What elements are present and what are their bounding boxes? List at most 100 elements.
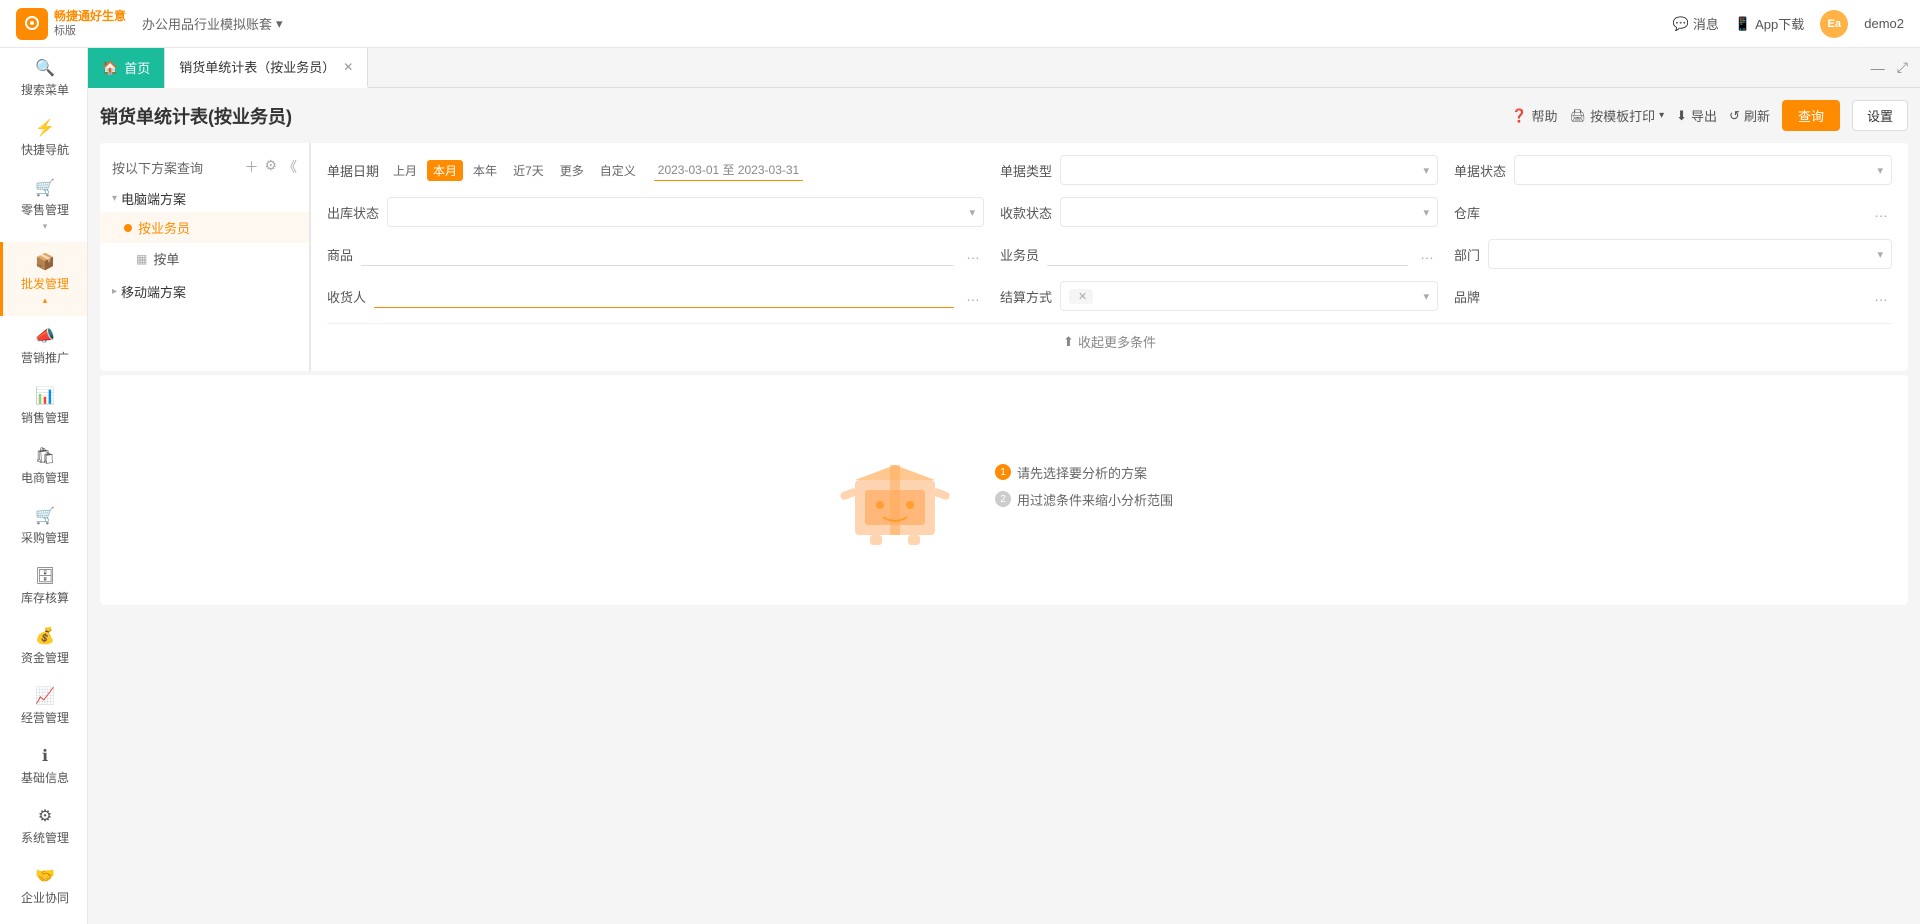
refresh-btn[interactable]: ↺ 刷新 xyxy=(1729,106,1770,125)
goods-ellipsis-btn[interactable]: … xyxy=(962,246,984,262)
sidebar: 🔍 搜索菜单 ⚡ 快捷导航 🛒 零售管理 ▾ 📦 批发管理 ▴ 📣 营销推广 📊… xyxy=(0,48,88,924)
voucher-status-select[interactable]: ▾ xyxy=(1514,155,1892,185)
sidebar-item-wholesale[interactable]: 📦 批发管理 ▴ xyxy=(0,242,87,316)
receiver-ellipsis-btn[interactable]: … xyxy=(962,288,984,304)
date-tabs: 上月 本月 本年 近7天 更多 自定义 2023-03-01 至 2023-03… xyxy=(387,159,984,181)
date-tab-more[interactable]: 更多 xyxy=(554,160,590,181)
sidebar-item-operations[interactable]: 📈 经营管理 xyxy=(0,676,87,736)
scheme-header-icons: ＋ ⚙ 《 xyxy=(244,157,297,177)
filter-field-warehouse: 仓库 … xyxy=(1454,203,1892,222)
tab-maximize-btn[interactable]: ⤢ xyxy=(1893,57,1912,78)
sidebar-item-retail[interactable]: 🛒 零售管理 ▾ xyxy=(0,168,87,242)
scheme-group-mobile-header[interactable]: ▸ 移动端方案 xyxy=(100,278,309,305)
export-label: 导出 xyxy=(1691,106,1717,125)
scheme-item-by-order[interactable]: ▦ 按单 xyxy=(100,243,309,274)
logo-edition: 标版 xyxy=(54,24,126,38)
tab-close-icon[interactable]: ✕ xyxy=(343,60,353,74)
sidebar-item-system[interactable]: ⚙ 系统管理 xyxy=(0,796,87,856)
scheme-group-mobile: ▸ 移动端方案 xyxy=(100,278,309,305)
sidebar-item-ecommerce[interactable]: 🛍 电商管理 xyxy=(0,436,87,496)
scheme-panel: 按以下方案查询 ＋ ⚙ 《 ▾ 电脑端方案 xyxy=(100,143,310,371)
tab-minimize-btn[interactable]: — xyxy=(1867,58,1889,78)
inventory-icon: 🗄 xyxy=(35,566,55,586)
date-tab-last-month[interactable]: 上月 xyxy=(387,160,423,181)
sidebar-item-sales[interactable]: 📊 销售管理 xyxy=(0,376,87,436)
avatar[interactable]: Ea xyxy=(1820,10,1848,38)
salesperson-ellipsis-btn[interactable]: … xyxy=(1416,246,1438,262)
receipt-status-select[interactable]: ▾ xyxy=(1060,197,1438,227)
date-tab-custom[interactable]: 自定义 xyxy=(594,160,642,181)
sidebar-item-inventory[interactable]: 🗄 库存核算 xyxy=(0,556,87,616)
page-title: 销货单统计表(按业务员) xyxy=(100,103,292,129)
message-btn[interactable]: 💬 消息 xyxy=(1673,14,1719,33)
filter-row-1: 单据日期 上月 本月 本年 近7天 更多 自定义 2023-03-01 至 20… xyxy=(327,155,1892,185)
system-icon: ⚙ xyxy=(38,806,52,826)
export-btn[interactable]: ⬇ 导出 xyxy=(1676,106,1717,125)
sidebar-item-guide[interactable]: 🎯 新手引导 xyxy=(0,916,87,924)
print-btn[interactable]: 🖨 按模板打印 ▾ xyxy=(1570,106,1665,125)
query-btn[interactable]: 查询 xyxy=(1782,100,1840,131)
sidebar-item-label: 库存核算 xyxy=(21,589,69,606)
help-label: 帮助 xyxy=(1532,106,1558,125)
filter-row-2: 出库状态 ▾ 收款状态 ▾ xyxy=(327,197,1892,227)
warehouse-label: 仓库 xyxy=(1454,203,1480,222)
purchase-icon: 🛒 xyxy=(35,506,55,526)
scheme-item-by-salesperson[interactable]: 按业务员 xyxy=(100,212,309,243)
empty-step-2: 2 用过滤条件来缩小分析范围 xyxy=(995,490,1173,509)
scheme-collapse-btn[interactable]: 《 xyxy=(283,157,297,177)
home-icon: 🏠 xyxy=(102,60,118,76)
out-status-select[interactable]: ▾ xyxy=(387,197,984,227)
goods-input[interactable] xyxy=(361,242,954,266)
help-btn[interactable]: ❓ 帮助 xyxy=(1511,106,1557,125)
date-tab-this-year[interactable]: 本年 xyxy=(467,160,503,181)
sidebar-item-base[interactable]: ℹ 基础信息 xyxy=(0,736,87,796)
tab-home[interactable]: 🏠 首页 xyxy=(88,48,165,88)
voucher-type-select[interactable]: ▾ xyxy=(1060,155,1438,185)
sidebar-item-corp[interactable]: 🤝 企业协同 xyxy=(0,856,87,916)
settlement-select[interactable]: ✕ ▾ xyxy=(1060,281,1438,311)
scheme-item-label: 按业务员 xyxy=(138,218,190,237)
date-range-input[interactable]: 2023-03-01 至 2023-03-31 xyxy=(654,159,803,181)
settlement-clear-btn[interactable]: ✕ xyxy=(1078,290,1087,303)
date-tab-this-month[interactable]: 本月 xyxy=(427,160,463,181)
collapse-filters-btn[interactable]: ⬆ 收起更多条件 xyxy=(327,323,1892,359)
brand-ellipsis-btn[interactable]: … xyxy=(1870,288,1892,304)
date-tab-7days[interactable]: 近7天 xyxy=(507,160,550,181)
page-header: 销货单统计表(按业务员) ❓ 帮助 🖨 按模板打印 ▾ ⬇ 导出 xyxy=(100,100,1908,131)
brand-label: 品牌 xyxy=(1454,287,1480,306)
sidebar-item-label: 销售管理 xyxy=(21,409,69,426)
empty-step-2-label: 用过滤条件来缩小分析范围 xyxy=(1017,490,1173,509)
scheme-add-btn[interactable]: ＋ xyxy=(244,157,258,177)
app-selector[interactable]: 办公用品行业模拟账套 ▾ xyxy=(134,10,291,37)
sidebar-item-purchase[interactable]: 🛒 采购管理 xyxy=(0,496,87,556)
warehouse-ellipsis-btn[interactable]: … xyxy=(1870,204,1892,220)
scheme-settings-btn[interactable]: ⚙ xyxy=(264,157,277,177)
sales-icon: 📊 xyxy=(35,386,55,406)
message-icon: 💬 xyxy=(1673,16,1689,32)
retail-icon: 🛒 xyxy=(35,178,55,198)
scheme-group-desktop-header[interactable]: ▾ 电脑端方案 xyxy=(100,185,309,212)
help-icon: ❓ xyxy=(1511,108,1527,124)
sidebar-item-shortcut[interactable]: ⚡ 快捷导航 xyxy=(0,108,87,168)
tab-bar-actions: — ⤢ xyxy=(1867,57,1920,78)
topbar-right: 💬 消息 📱 App下载 Ea demo2 xyxy=(1673,10,1904,38)
sidebar-item-label: 系统管理 xyxy=(21,829,69,846)
base-icon: ℹ xyxy=(42,746,48,766)
voucher-status-label: 单据状态 xyxy=(1454,161,1506,180)
username-label[interactable]: demo2 xyxy=(1864,16,1904,31)
salesperson-input[interactable] xyxy=(1047,242,1408,266)
refresh-icon: ↺ xyxy=(1729,108,1740,124)
topbar-left: 畅捷通好生意 标版 办公用品行业模拟账套 ▾ xyxy=(16,8,291,40)
tab-sales-stat[interactable]: 销货单统计表（按业务员） ✕ xyxy=(165,48,368,88)
department-select[interactable]: ▾ xyxy=(1488,239,1892,269)
download-btn[interactable]: 📱 App下载 xyxy=(1735,14,1804,33)
sidebar-item-finance[interactable]: 💰 资金管理 xyxy=(0,616,87,676)
sidebar-item-search[interactable]: 🔍 搜索菜单 xyxy=(0,48,87,108)
logo-brand: 畅捷通好生意 xyxy=(54,9,126,25)
sidebar-item-marketing[interactable]: 📣 营销推广 xyxy=(0,316,87,376)
receiver-input[interactable] xyxy=(374,284,954,308)
empty-illustration xyxy=(835,435,955,545)
print-icon: 🖨 xyxy=(1570,108,1587,124)
scheme-header-text: 按以下方案查询 xyxy=(112,158,203,177)
settings-btn[interactable]: 设置 xyxy=(1852,100,1908,131)
